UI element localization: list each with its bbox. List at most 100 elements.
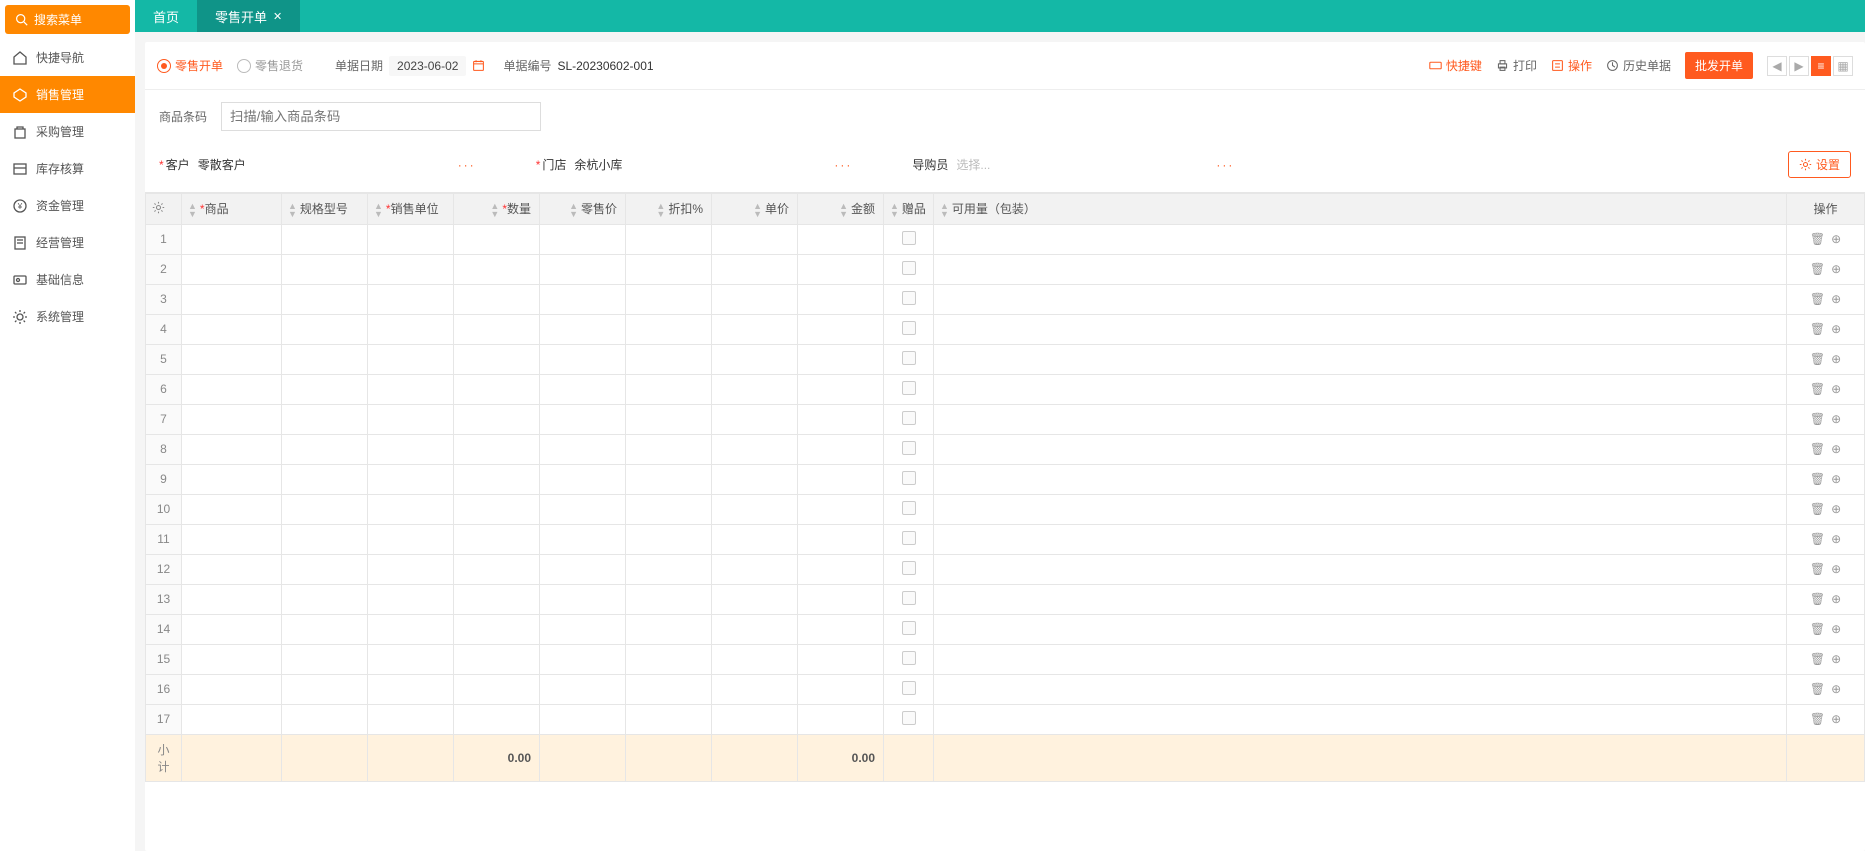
add-row-icon[interactable]: ⊕ <box>1831 472 1841 486</box>
add-row-icon[interactable]: ⊕ <box>1831 502 1841 516</box>
table-row[interactable]: 8🗑⊕ <box>146 434 1865 464</box>
add-row-icon[interactable]: ⊕ <box>1831 562 1841 576</box>
table-row[interactable]: 10🗑⊕ <box>146 494 1865 524</box>
col-retail[interactable]: ▲▼零售价 <box>540 194 626 225</box>
date-value[interactable]: 2023-06-02 <box>389 56 466 76</box>
add-row-icon[interactable]: ⊕ <box>1831 712 1841 726</box>
gift-checkbox[interactable] <box>902 351 916 365</box>
grid-view-button[interactable]: ▦ <box>1833 56 1853 76</box>
radio-retail-return[interactable]: 零售退货 <box>237 57 303 74</box>
barcode-input[interactable] <box>221 102 541 131</box>
store-more[interactable]: ··· <box>834 158 852 172</box>
sidebar-item-quicknav[interactable]: 快捷导航 <box>0 39 135 76</box>
gift-checkbox[interactable] <box>902 711 916 725</box>
gift-checkbox[interactable] <box>902 531 916 545</box>
sidebar-item-sales[interactable]: 销售管理 <box>0 76 135 113</box>
add-row-icon[interactable]: ⊕ <box>1831 532 1841 546</box>
table-row[interactable]: 15🗑⊕ <box>146 644 1865 674</box>
tab-home[interactable]: 首页 <box>135 0 197 32</box>
gift-checkbox[interactable] <box>902 471 916 485</box>
tab-retail-order[interactable]: 零售开单✕ <box>197 0 300 32</box>
sidebar-item-finance[interactable]: ¥资金管理 <box>0 187 135 224</box>
delete-row-icon[interactable]: 🗑 <box>1810 682 1825 696</box>
delete-row-icon[interactable]: 🗑 <box>1810 232 1825 246</box>
print-link[interactable]: 打印 <box>1496 57 1537 74</box>
col-product[interactable]: ▲▼*商品 <box>182 194 282 225</box>
gift-checkbox[interactable] <box>902 321 916 335</box>
col-unit[interactable]: ▲▼*销售单位 <box>368 194 454 225</box>
calendar-icon[interactable] <box>472 59 485 72</box>
table-row[interactable]: 14🗑⊕ <box>146 614 1865 644</box>
gift-checkbox[interactable] <box>902 381 916 395</box>
search-menu-button[interactable]: 搜索菜单 <box>5 5 130 34</box>
delete-row-icon[interactable]: 🗑 <box>1810 322 1825 336</box>
operate-link[interactable]: 操作 <box>1551 57 1592 74</box>
col-qty[interactable]: ▲▼*数量 <box>454 194 540 225</box>
gift-checkbox[interactable] <box>902 291 916 305</box>
table-row[interactable]: 5🗑⊕ <box>146 344 1865 374</box>
sidebar-item-basic[interactable]: 基础信息 <box>0 261 135 298</box>
delete-row-icon[interactable]: 🗑 <box>1810 262 1825 276</box>
add-row-icon[interactable]: ⊕ <box>1831 682 1841 696</box>
delete-row-icon[interactable]: 🗑 <box>1810 592 1825 606</box>
sidebar-item-operation[interactable]: 经营管理 <box>0 224 135 261</box>
customer-more[interactable]: ··· <box>458 158 476 172</box>
gift-checkbox[interactable] <box>902 441 916 455</box>
col-gift[interactable]: ▲▼赠品 <box>884 194 934 225</box>
gift-checkbox[interactable] <box>902 591 916 605</box>
close-icon[interactable]: ✕ <box>273 10 282 23</box>
delete-row-icon[interactable]: 🗑 <box>1810 652 1825 666</box>
col-spec[interactable]: ▲▼规格型号 <box>282 194 368 225</box>
table-row[interactable]: 1🗑⊕ <box>146 224 1865 254</box>
delete-row-icon[interactable]: 🗑 <box>1810 712 1825 726</box>
table-row[interactable]: 17🗑⊕ <box>146 704 1865 734</box>
col-price[interactable]: ▲▼单价 <box>712 194 798 225</box>
bulk-order-button[interactable]: 批发开单 <box>1685 52 1753 79</box>
add-row-icon[interactable]: ⊕ <box>1831 442 1841 456</box>
delete-row-icon[interactable]: 🗑 <box>1810 562 1825 576</box>
delete-row-icon[interactable]: 🗑 <box>1810 412 1825 426</box>
store-value[interactable]: 余杭小库 <box>574 156 834 173</box>
delete-row-icon[interactable]: 🗑 <box>1810 382 1825 396</box>
next-button[interactable]: ▶ <box>1789 56 1809 76</box>
table-row[interactable]: 4🗑⊕ <box>146 314 1865 344</box>
add-row-icon[interactable]: ⊕ <box>1831 322 1841 336</box>
gift-checkbox[interactable] <box>902 411 916 425</box>
add-row-icon[interactable]: ⊕ <box>1831 262 1841 276</box>
col-amount[interactable]: ▲▼金额 <box>798 194 884 225</box>
table-row[interactable]: 12🗑⊕ <box>146 554 1865 584</box>
col-avail[interactable]: ▲▼可用量（包装） <box>934 194 1787 225</box>
table-row[interactable]: 13🗑⊕ <box>146 584 1865 614</box>
sidebar-item-purchase[interactable]: 采购管理 <box>0 113 135 150</box>
delete-row-icon[interactable]: 🗑 <box>1810 352 1825 366</box>
gift-checkbox[interactable] <box>902 651 916 665</box>
radio-retail-order[interactable]: 零售开单 <box>157 57 223 74</box>
add-row-icon[interactable]: ⊕ <box>1831 382 1841 396</box>
add-row-icon[interactable]: ⊕ <box>1831 232 1841 246</box>
customer-value[interactable]: 零散客户 <box>198 156 458 173</box>
gift-checkbox[interactable] <box>902 261 916 275</box>
table-row[interactable]: 7🗑⊕ <box>146 404 1865 434</box>
gift-checkbox[interactable] <box>902 621 916 635</box>
guide-more[interactable]: ··· <box>1216 158 1234 172</box>
add-row-icon[interactable]: ⊕ <box>1831 412 1841 426</box>
table-row[interactable]: 3🗑⊕ <box>146 284 1865 314</box>
add-row-icon[interactable]: ⊕ <box>1831 652 1841 666</box>
col-gear[interactable] <box>146 194 182 225</box>
col-discount[interactable]: ▲▼折扣% <box>626 194 712 225</box>
sidebar-item-system[interactable]: 系统管理 <box>0 298 135 335</box>
table-row[interactable]: 16🗑⊕ <box>146 674 1865 704</box>
guide-select[interactable]: 选择... <box>956 156 1216 173</box>
table-row[interactable]: 6🗑⊕ <box>146 374 1865 404</box>
add-row-icon[interactable]: ⊕ <box>1831 622 1841 636</box>
delete-row-icon[interactable]: 🗑 <box>1810 622 1825 636</box>
add-row-icon[interactable]: ⊕ <box>1831 292 1841 306</box>
delete-row-icon[interactable]: 🗑 <box>1810 292 1825 306</box>
list-view-button[interactable]: ≡ <box>1811 56 1831 76</box>
gift-checkbox[interactable] <box>902 561 916 575</box>
table-row[interactable]: 9🗑⊕ <box>146 464 1865 494</box>
gift-checkbox[interactable] <box>902 681 916 695</box>
settings-button[interactable]: 设置 <box>1788 151 1851 178</box>
delete-row-icon[interactable]: 🗑 <box>1810 442 1825 456</box>
delete-row-icon[interactable]: 🗑 <box>1810 502 1825 516</box>
